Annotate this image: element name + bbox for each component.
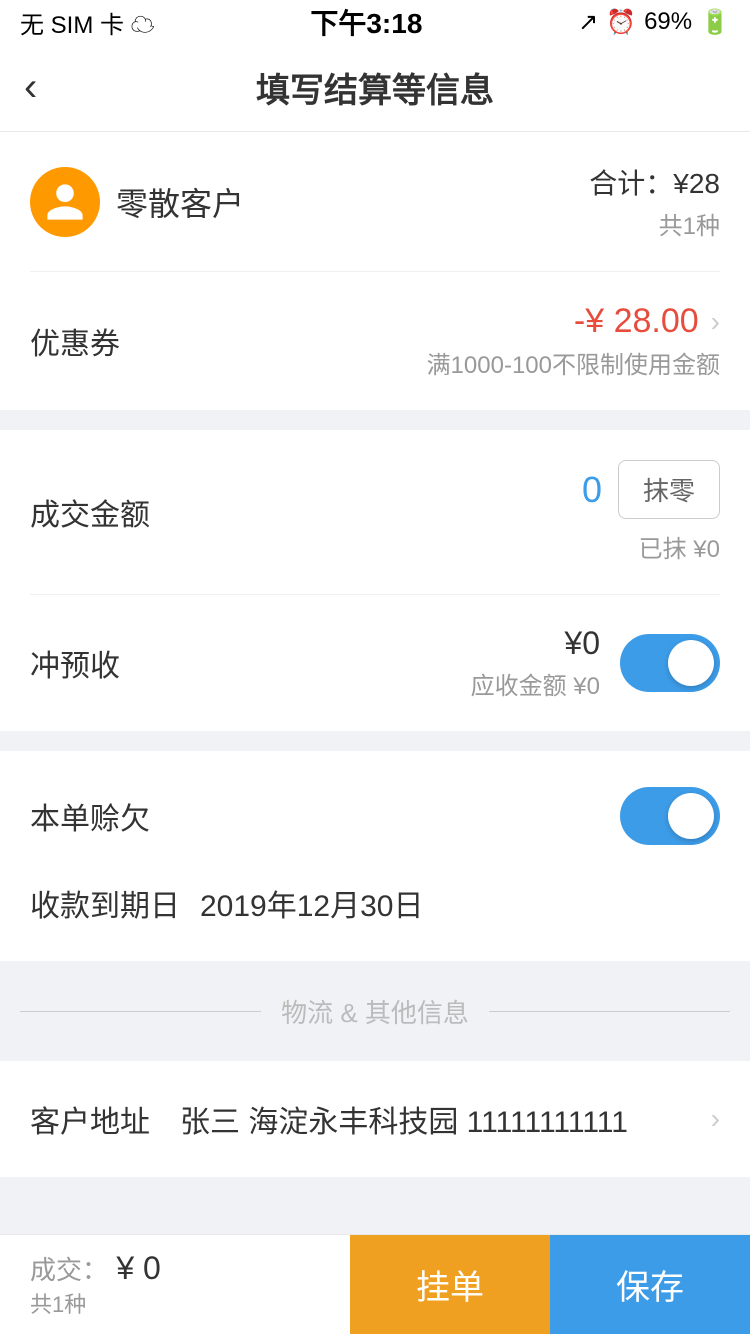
alarm-icon: ⏰ bbox=[606, 8, 636, 37]
address-row[interactable]: 客户地址 张三 海淀永丰科技园 11111111111 › bbox=[30, 1061, 720, 1177]
deal-value: 0 bbox=[582, 469, 602, 511]
coupon-sub: 满1000-100不限制使用金额 bbox=[427, 345, 720, 380]
customer-card: 零散客户 合计：¥28 共1种 优惠券 -¥ 28.00 › 满1000-100… bbox=[0, 132, 750, 410]
content: 零散客户 合计：¥28 共1种 优惠券 -¥ 28.00 › 满1000-100… bbox=[0, 132, 750, 1317]
save-button[interactable]: 保存 bbox=[550, 1235, 750, 1334]
status-bar: 无 SIM 卡 ☁ 下午3:18 ↗ ⏰ 69% 🔋 bbox=[0, 0, 750, 44]
credit-row: 本单赊欠 bbox=[30, 751, 720, 881]
address-chevron-icon: › bbox=[711, 1103, 720, 1135]
battery-label: 69% bbox=[644, 8, 692, 36]
prepay-sub: 应收金额 ¥0 bbox=[471, 666, 600, 701]
hold-button[interactable]: 挂单 bbox=[350, 1235, 550, 1334]
bottom-deal-label: 成交： bbox=[30, 1255, 108, 1285]
bottom-deal-value: ¥ 0 bbox=[116, 1250, 160, 1286]
battery-icon: 🔋 bbox=[700, 8, 730, 37]
customer-left: 零散客户 bbox=[30, 167, 244, 237]
sim-label: 无 SIM 卡 ☁ bbox=[20, 5, 155, 40]
coupon-label: 优惠券 bbox=[30, 319, 120, 363]
deal-sub: 已抹 ¥0 bbox=[639, 529, 720, 564]
prepay-value: ¥0 bbox=[471, 625, 600, 662]
credit-label: 本单赊欠 bbox=[30, 794, 150, 838]
bottom-info: 成交： ¥ 0 共1种 bbox=[0, 1250, 350, 1319]
avatar bbox=[30, 167, 100, 237]
status-left: 无 SIM 卡 ☁ bbox=[20, 5, 155, 40]
customer-right: 合计：¥28 共1种 bbox=[589, 162, 720, 241]
logistics-separator: 物流 & 其他信息 bbox=[0, 981, 750, 1041]
credit-toggle[interactable] bbox=[620, 787, 720, 845]
prepay-row: 冲预收 ¥0 应收金额 ¥0 bbox=[30, 594, 720, 731]
customer-name: 零散客户 bbox=[116, 179, 244, 225]
deal-row: 成交金额 0 抹零 已抹 ¥0 bbox=[30, 430, 720, 594]
location-icon: ↗ bbox=[578, 8, 598, 37]
bottom-deal-row: 成交： ¥ 0 bbox=[30, 1250, 320, 1287]
nav-bar: ‹ 填写结算等信息 bbox=[0, 44, 750, 132]
coupon-value: -¥ 28.00 bbox=[574, 302, 699, 341]
status-right: ↗ ⏰ 69% 🔋 bbox=[578, 8, 730, 37]
credit-section: 本单赊欠 收款到期日 2019年12月30日 bbox=[0, 751, 750, 961]
back-button[interactable]: ‹ bbox=[24, 65, 37, 110]
bottom-count: 共1种 bbox=[30, 1287, 320, 1319]
amount-section: 成交金额 0 抹零 已抹 ¥0 冲预收 ¥0 应收金额 ¥0 bbox=[0, 430, 750, 731]
status-time: 下午3:18 bbox=[310, 2, 422, 42]
round-off-button[interactable]: 抹零 bbox=[618, 460, 720, 519]
page-title: 填写结算等信息 bbox=[256, 63, 494, 112]
logistics-label: 物流 & 其他信息 bbox=[281, 993, 469, 1030]
customer-row: 零散客户 合计：¥28 共1种 bbox=[30, 132, 720, 271]
address-value: 张三 海淀永丰科技园 11111111111 bbox=[180, 1097, 705, 1141]
customer-total: 合计：¥28 bbox=[589, 162, 720, 202]
customer-count: 共1种 bbox=[589, 206, 720, 241]
prepay-toggle[interactable] bbox=[620, 634, 720, 692]
due-date-label: 收款到期日 bbox=[30, 881, 180, 925]
deal-label: 成交金额 bbox=[30, 490, 150, 534]
address-section: 客户地址 张三 海淀永丰科技园 11111111111 › bbox=[0, 1061, 750, 1177]
bottom-bar: 成交： ¥ 0 共1种 挂单 保存 bbox=[0, 1234, 750, 1334]
due-date-row: 收款到期日 2019年12月30日 bbox=[30, 881, 720, 961]
chevron-right-icon: › bbox=[711, 306, 720, 338]
prepay-label: 冲预收 bbox=[30, 641, 120, 685]
coupon-row[interactable]: 优惠券 -¥ 28.00 › 满1000-100不限制使用金额 bbox=[30, 271, 720, 410]
deal-right: 0 抹零 bbox=[582, 460, 720, 519]
address-label: 客户地址 bbox=[30, 1097, 150, 1141]
user-icon bbox=[43, 180, 87, 224]
due-date-value: 2019年12月30日 bbox=[200, 881, 423, 925]
